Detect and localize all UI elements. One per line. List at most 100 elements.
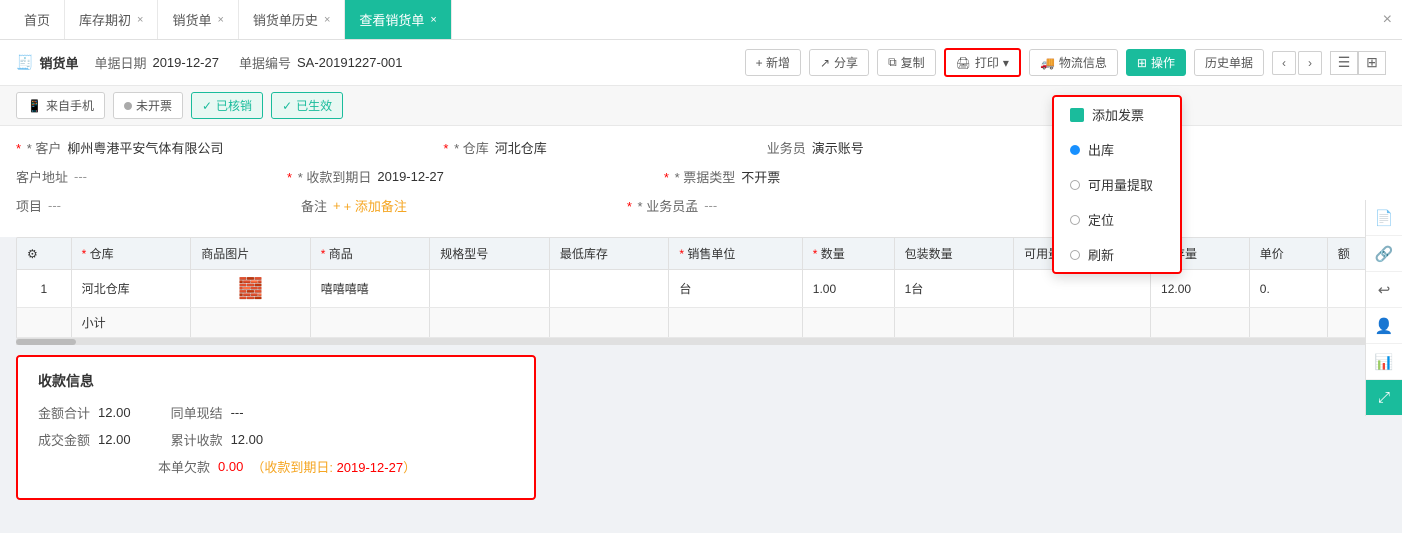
not-open-label: 未开票 <box>136 97 172 114</box>
ops-dropdown-menu: 添加发票 出库 可用量提取 定位 刷新 <box>1052 95 1182 274</box>
refresh-item[interactable]: 刷新 <box>1054 237 1180 272</box>
grid-view-button[interactable]: ⊞ <box>1358 51 1386 75</box>
print-dropdown-icon: ▾ <box>1003 56 1009 70</box>
subtotal-row: 小计 <box>17 308 1385 338</box>
scroll-thumb[interactable] <box>16 339 76 345</box>
subtotal-quantity <box>802 308 894 338</box>
phone-icon: 📱 <box>27 99 42 113</box>
doc-meta: 单据日期 2019-12-27 单据编号 SA-20191227-001 <box>94 53 728 72</box>
outbound-icon <box>1070 145 1080 155</box>
close-sales-history[interactable]: × <box>324 14 330 26</box>
list-view-button[interactable]: ☰ <box>1330 51 1358 75</box>
print-button[interactable]: 🖨 打印 ▾ <box>944 48 1021 77</box>
address-label: 客户地址 <box>16 167 68 186</box>
not-open-icon <box>124 102 132 110</box>
locate-item[interactable]: 定位 <box>1054 202 1180 237</box>
available-extract-item[interactable]: 可用量提取 <box>1054 167 1180 202</box>
right-icon-expand[interactable]: ⤢ <box>1366 380 1402 416</box>
available-extract-label: 可用量提取 <box>1088 175 1153 194</box>
salesperson-field: 业务员 演示账号 <box>767 138 864 157</box>
copy-label: 复制 <box>901 54 925 71</box>
settlement-label: 同单现结 <box>171 403 223 422</box>
available-icon <box>1070 180 1080 190</box>
warehouse-field: * * 仓库 河北仓库 <box>443 138 546 157</box>
nav-arrows: ‹ › <box>1272 51 1322 75</box>
add-note-button[interactable]: + + 添加备注 <box>333 196 407 215</box>
table-row: 1 河北仓库 🧱 嘻嘻嘻嘻 台 1.00 1台 12.00 0. <box>17 270 1385 308</box>
share-icon: ↗ <box>820 56 830 70</box>
right-icon-doc[interactable]: 📄 <box>1366 200 1402 236</box>
row-product: 嘻嘻嘻嘻 <box>310 270 430 308</box>
row-pack-qty: 1台 <box>894 270 1014 308</box>
subtotal-price <box>1249 308 1327 338</box>
effective-button[interactable]: ✓ 已生效 <box>271 92 343 119</box>
doc-title-text: 销货单 <box>39 53 78 72</box>
col-image: 商品图片 <box>191 238 311 270</box>
prev-button[interactable]: ‹ <box>1272 51 1296 75</box>
effective-icon: ✓ <box>282 99 292 113</box>
settlement-field: 同单现结 --- <box>171 403 244 422</box>
not-open-button[interactable]: 未开票 <box>113 92 183 119</box>
right-icon-user[interactable]: 👤 <box>1366 308 1402 344</box>
tab-inventory-init[interactable]: 库存期初 × <box>65 0 158 39</box>
close-inventory-init[interactable]: × <box>137 14 143 26</box>
project-value: --- <box>48 198 61 213</box>
close-view-sales[interactable]: × <box>430 14 436 26</box>
tab-home[interactable]: 首页 <box>10 0 65 39</box>
history-button[interactable]: 历史单据 <box>1194 49 1264 76</box>
row-image: 🧱 <box>191 270 311 308</box>
add-invoice-label: 添加发票 <box>1092 105 1144 124</box>
share-label: 分享 <box>834 54 858 71</box>
refresh-icon <box>1070 250 1080 260</box>
col-warehouse: * 仓库 <box>71 238 191 270</box>
window-close-button[interactable]: × <box>1383 11 1392 29</box>
add-invoice-icon <box>1070 108 1084 122</box>
total-field: 金额合计 12.00 <box>38 403 131 422</box>
payment-row-3: 本单欠款 0.00 （收款到期日: 2019-12-27） <box>38 457 514 476</box>
from-phone-label: 来自手机 <box>46 97 94 114</box>
balance-label: 本单欠款 <box>158 457 210 476</box>
address-value: --- <box>74 169 87 184</box>
copy-button[interactable]: ⧉ 复制 <box>877 49 936 76</box>
total-label: 金额合计 <box>38 403 90 422</box>
payment-box: 收款信息 金额合计 12.00 同单现结 --- 成交金额 12.00 累计收款… <box>16 355 536 500</box>
from-phone-button[interactable]: 📱 来自手机 <box>16 92 105 119</box>
close-sales-order[interactable]: × <box>217 14 223 26</box>
subtotal-image <box>191 308 311 338</box>
right-icon-link[interactable]: 🔗 <box>1366 236 1402 272</box>
scroll-bar[interactable] <box>16 339 1386 345</box>
col-min-stock: 最低库存 <box>549 238 669 270</box>
add-button[interactable]: + 新增 <box>745 49 801 76</box>
subtotal-product <box>310 308 430 338</box>
subtotal-label-text: 小计 <box>71 308 191 338</box>
row-min-stock <box>549 270 669 308</box>
transaction-value: 12.00 <box>98 432 131 447</box>
col-quantity: * 数量 <box>802 238 894 270</box>
outbound-item[interactable]: 出库 <box>1054 132 1180 167</box>
right-icon-return[interactable]: ↩ <box>1366 272 1402 308</box>
share-button[interactable]: ↗ 分享 <box>809 49 869 76</box>
due-date-value: 2019-12-27 <box>377 169 444 184</box>
customer-value: 柳州粤港平安气体有限公司 <box>67 138 223 157</box>
ticket-type-field: * * 票据类型 不开票 <box>664 167 780 186</box>
due-date-field: * * 收款到期日 2019-12-27 <box>287 167 444 186</box>
next-button[interactable]: › <box>1298 51 1322 75</box>
doc-date-value: 2019-12-27 <box>152 55 219 70</box>
row-num: 1 <box>17 270 71 308</box>
tab-sales-history[interactable]: 销货单历史 × <box>239 0 345 39</box>
print-label: 打印 <box>975 54 999 71</box>
cumulative-label: 累计收款 <box>171 430 223 449</box>
logistics-button[interactable]: 🚚 物流信息 <box>1029 49 1118 76</box>
tab-view-sales[interactable]: 查看销货单 × <box>345 0 451 39</box>
salesperson-value: 演示账号 <box>812 138 864 157</box>
payment-row-2: 成交金额 12.00 累计收款 12.00 <box>38 430 514 449</box>
ops-button[interactable]: ⊞ 操作 <box>1126 49 1186 76</box>
ops-icon: ⊞ <box>1137 56 1147 70</box>
balance-field: 本单欠款 0.00 （收款到期日: 2019-12-27） <box>158 457 416 476</box>
add-invoice-item[interactable]: 添加发票 <box>1054 97 1180 132</box>
verified-button[interactable]: ✓ 已核销 <box>191 92 263 119</box>
tab-sales-order[interactable]: 销货单 × <box>158 0 238 39</box>
doc-title: 🧾 销货单 <box>16 53 78 72</box>
staff-label: * * 业务员孟 <box>627 196 698 215</box>
right-icon-chart[interactable]: 📊 <box>1366 344 1402 380</box>
